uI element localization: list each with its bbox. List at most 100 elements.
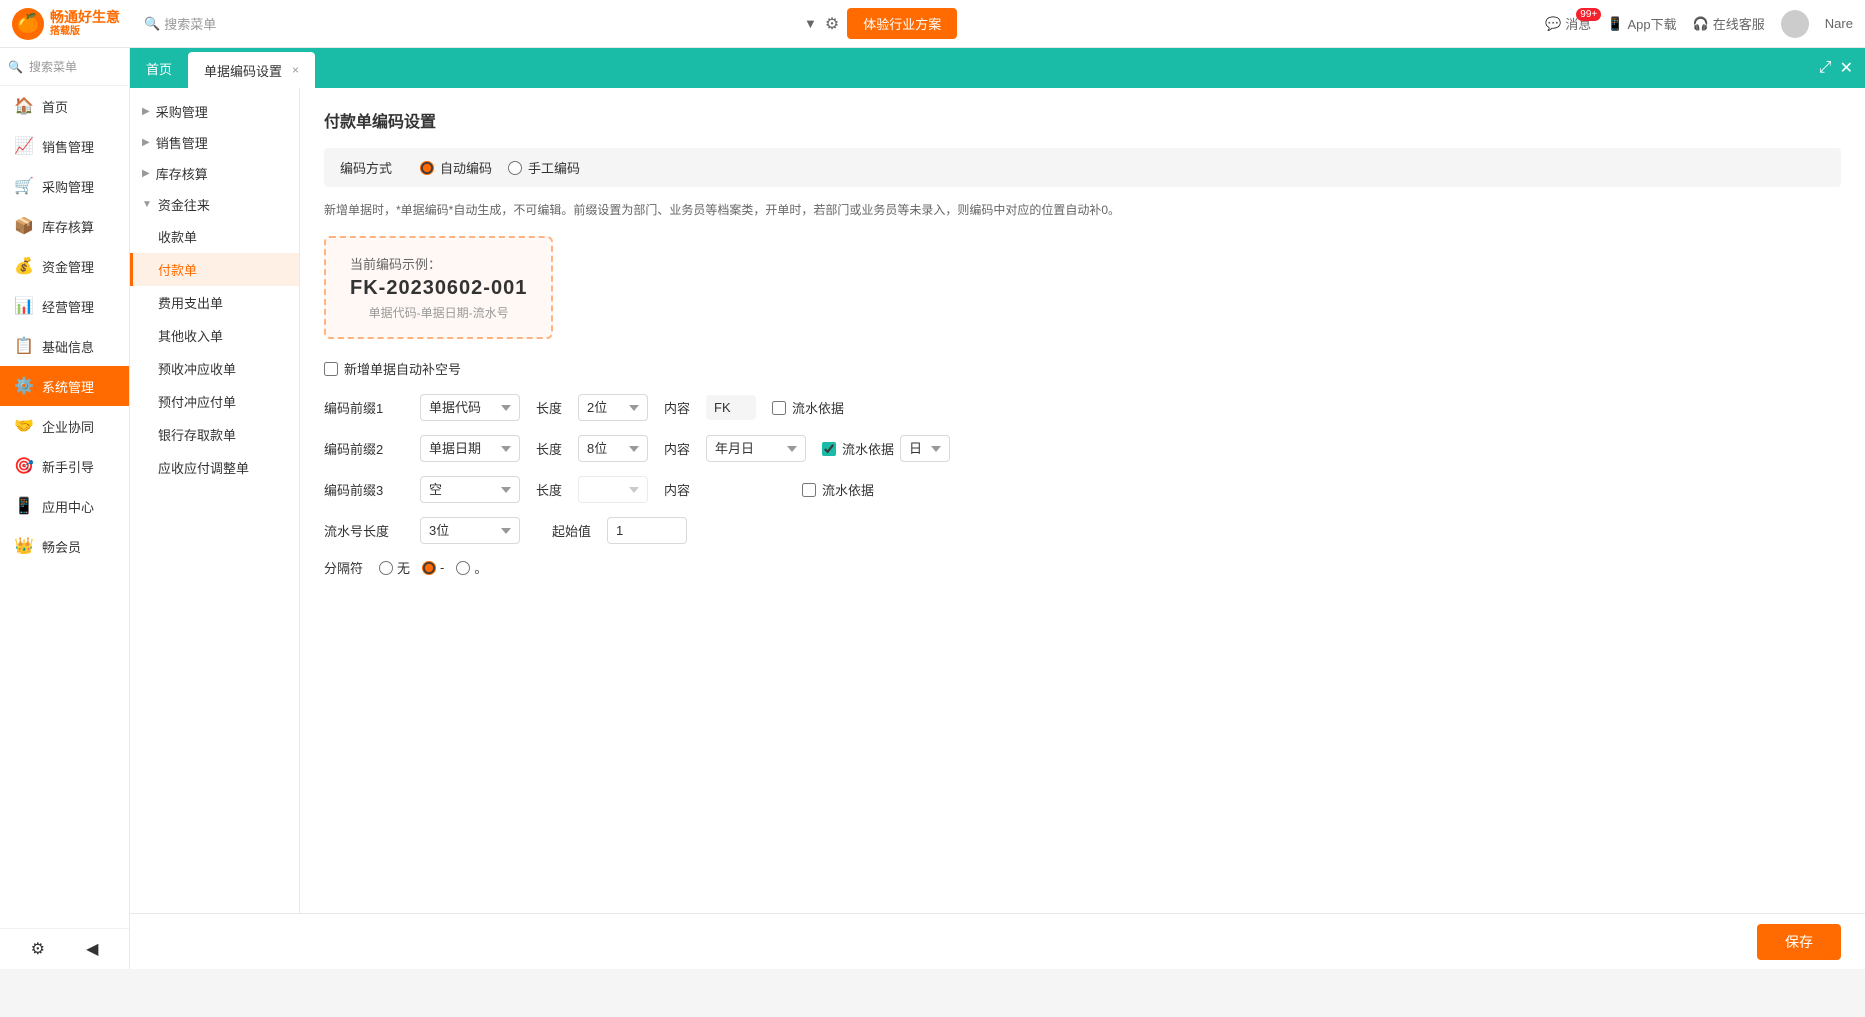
sidebar-search[interactable]: 🔍 搜索菜单 (0, 48, 129, 86)
apps-icon: 📱 (14, 496, 34, 516)
main-content: 付款单编码设置 编码方式 自动编码 手工编码 新增单据时，*单据编码*自动生成，… (300, 88, 1865, 969)
serial-length-row: 流水号长度 3位 起始值 (324, 517, 1841, 544)
sidebar-item-guide[interactable]: 🎯 新手引导 (0, 446, 129, 486)
auto-fill-checkbox[interactable] (324, 362, 338, 376)
guide-icon: 🎯 (14, 456, 34, 476)
app-download-label: App下载 (1627, 14, 1676, 33)
chevron-down-icon: ▼ (804, 16, 817, 31)
sep-dot-input[interactable] (456, 561, 470, 575)
nav-item-label: 银行存取款单 (158, 425, 236, 444)
message-button[interactable]: 💬 消息 99+ (1545, 14, 1591, 33)
sep-dot-radio[interactable]: 。 (456, 558, 487, 577)
arrow-right-icon: ▶ (142, 106, 150, 117)
sidebar-item-label: 经营管理 (42, 297, 94, 316)
online-service-label: 在线客服 (1713, 14, 1765, 33)
serial2-checkbox[interactable] (822, 442, 836, 456)
length1-select[interactable]: 2位 (578, 394, 648, 421)
inventory-icon: 📦 (14, 216, 34, 236)
serial3-checkbox[interactable] (802, 483, 816, 497)
sidebar-item-sales[interactable]: 📈 销售管理 (0, 126, 129, 166)
tab-encoding-settings[interactable]: 单据编码设置 × (188, 52, 315, 88)
serial1-checkbox[interactable] (772, 401, 786, 415)
arrow-right-icon: ▶ (142, 137, 150, 148)
app-download-button[interactable]: 📱 App下载 (1607, 14, 1676, 33)
sidebar-item-label: 基础信息 (42, 337, 94, 356)
tab-home[interactable]: 首页 (130, 48, 188, 88)
purchase-icon: 🛒 (14, 176, 34, 196)
nav-section-label: 销售管理 (156, 133, 208, 152)
sidebar-item-purchase[interactable]: 🛒 采购管理 (0, 166, 129, 206)
sidebar-item-operation[interactable]: 📊 经营管理 (0, 286, 129, 326)
serial2-unit-select[interactable]: 日 月 年 (900, 435, 950, 462)
logo-text: 畅通好生意 搭载版 (50, 9, 120, 38)
prefix1-select[interactable]: 单据代码 (420, 394, 520, 421)
sidebar-item-home[interactable]: 🏠 首页 (0, 86, 129, 126)
sidebar-item-apps[interactable]: 📱 应用中心 (0, 486, 129, 526)
collapse-icon[interactable]: ◀ (86, 939, 98, 959)
sidebar-item-label: 企业协同 (42, 417, 94, 436)
gear-icon[interactable]: ⚙ (825, 14, 839, 34)
length2-select[interactable]: 8位 (578, 435, 648, 462)
online-service-button[interactable]: 🎧 在线客服 (1693, 14, 1765, 33)
sidebar-item-member[interactable]: 👑 畅会员 (0, 526, 129, 566)
basic-icon: 📋 (14, 336, 34, 356)
arrow-down-icon: ▼ (142, 199, 152, 210)
manual-encoding-input[interactable] (508, 161, 522, 175)
nav-item-label: 费用支出单 (158, 293, 223, 312)
nav-dropdown[interactable]: ▼ (804, 16, 817, 31)
tab-close-icon[interactable]: × (292, 63, 299, 77)
user-avatar[interactable] (1781, 10, 1809, 38)
close-window-icon[interactable]: ✕ (1840, 58, 1853, 78)
sidebar: 🔍 搜索菜单 🏠 首页 📈 销售管理 🛒 采购管理 📦 库存核算 💰 资金管理 … (0, 48, 130, 969)
sep-none-radio[interactable]: 无 (379, 558, 410, 577)
prefix3-select[interactable]: 空 (420, 476, 520, 503)
sidebar-item-system[interactable]: ⚙️ 系统管理 (0, 366, 129, 406)
start-value-input[interactable] (607, 517, 687, 544)
serial2-checkbox-group: 流水依据 日 月 年 (822, 435, 950, 462)
nav-item-adjustment[interactable]: 应收应付调整单 (130, 451, 299, 484)
save-button[interactable]: 保存 (1757, 924, 1841, 960)
maximize-icon[interactable]: ⤢ (1819, 59, 1832, 77)
user-name: Nare (1825, 16, 1853, 31)
sep-dash-radio[interactable]: - (422, 560, 444, 575)
content2-select[interactable]: 年月日 (706, 435, 806, 462)
sidebar-item-capital[interactable]: 💰 资金管理 (0, 246, 129, 286)
capital-icon: 💰 (14, 256, 34, 276)
settings-icon[interactable]: ⚙ (31, 939, 45, 959)
nav-item-bank[interactable]: 银行存取款单 (130, 418, 299, 451)
serial-length-select[interactable]: 3位 (420, 517, 520, 544)
length1-label: 长度 (536, 398, 562, 417)
nav-item-expense[interactable]: 费用支出单 (130, 286, 299, 319)
prefix2-select[interactable]: 单据日期 (420, 435, 520, 462)
nav-section-label: 资金往来 (158, 195, 210, 214)
preview-label: 当前编码示例： (350, 254, 527, 273)
sidebar-item-basic[interactable]: 📋 基础信息 (0, 326, 129, 366)
nav-item-payment[interactable]: 付款单 (130, 253, 299, 286)
nav-item-other-income[interactable]: 其他收入单 (130, 319, 299, 352)
logo-name: 畅通好生意 (50, 9, 120, 26)
nav-item-pre-payment[interactable]: 预付冲应付单 (130, 385, 299, 418)
sidebar-item-label: 系统管理 (42, 377, 94, 396)
manual-encoding-radio[interactable]: 手工编码 (508, 158, 580, 177)
try-button[interactable]: 体验行业方案 (847, 8, 957, 39)
sidebar-item-enterprise[interactable]: 🤝 企业协同 (0, 406, 129, 446)
nav-section-capital[interactable]: ▼ 资金往来 (130, 189, 299, 220)
top-bar-left: 🍊 畅通好生意 搭载版 🔍 搜索菜单 (12, 8, 216, 40)
sidebar-item-label: 首页 (42, 97, 68, 116)
sep-dash-input[interactable] (422, 561, 436, 575)
auto-encoding-input[interactable] (420, 161, 434, 175)
serial1-checkbox-group: 流水依据 (772, 398, 844, 417)
search-menu-button[interactable]: 🔍 搜索菜单 (144, 14, 216, 33)
sidebar-item-inventory[interactable]: 📦 库存核算 (0, 206, 129, 246)
nav-item-receipt[interactable]: 收款单 (130, 220, 299, 253)
sep-none-input[interactable] (379, 561, 393, 575)
separator-label: 分隔符 (324, 558, 363, 577)
system-icon: ⚙️ (14, 376, 34, 396)
nav-section-inventory[interactable]: ▶ 库存核算 (130, 158, 299, 189)
length3-select[interactable] (578, 476, 648, 503)
auto-encoding-radio[interactable]: 自动编码 (420, 158, 492, 177)
nav-section-sales[interactable]: ▶ 销售管理 (130, 127, 299, 158)
encoding-method-label: 编码方式 (340, 158, 400, 177)
nav-item-pre-receipt[interactable]: 预收冲应收单 (130, 352, 299, 385)
nav-section-purchase[interactable]: ▶ 采购管理 (130, 96, 299, 127)
